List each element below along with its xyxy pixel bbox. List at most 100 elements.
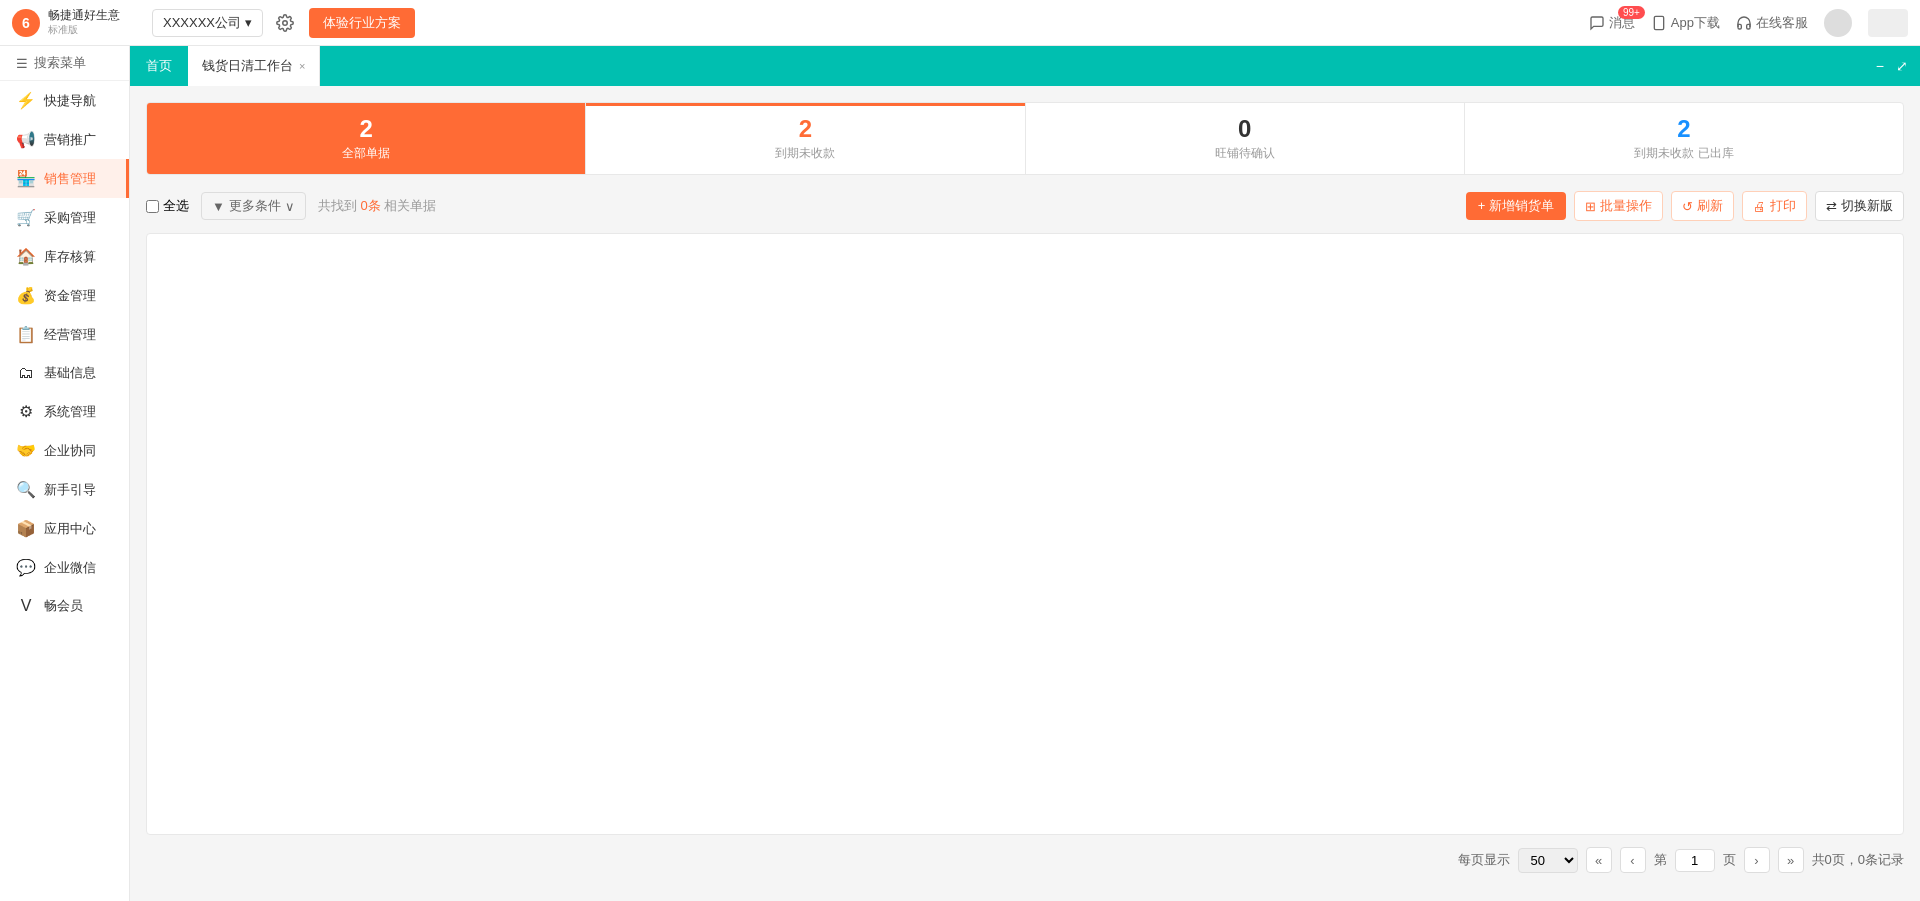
sales-icon: 🏪 — [16, 169, 36, 188]
sidebar-item-operations[interactable]: 📋 经营管理 — [0, 315, 129, 354]
stats-tab-shipped[interactable]: 2 到期未收款 已出库 — [1465, 103, 1903, 174]
quicknav-icon: ⚡ — [16, 91, 36, 110]
sidebar-item-system[interactable]: ⚙ 系统管理 — [0, 392, 129, 431]
stats-tab-wangpu[interactable]: 0 旺铺待确认 — [1026, 103, 1465, 174]
print-button[interactable]: 🖨 打印 — [1742, 191, 1807, 221]
select-all-checkbox[interactable]: 全选 — [146, 197, 189, 215]
sidebar-item-wechat-label: 企业微信 — [44, 559, 96, 577]
app-container: 6 畅捷通好生意 标准版 XXXXXX公司 ▾ 体验行业方案 消息 — [0, 0, 1920, 901]
guide-icon: 🔍 — [16, 480, 36, 499]
sidebar-item-quicknav[interactable]: ⚡ 快捷导航 — [0, 81, 129, 120]
add-sales-order-button[interactable]: + 新增销货单 — [1466, 192, 1566, 220]
refresh-button[interactable]: ↺ 刷新 — [1671, 191, 1734, 221]
basic-info-icon: 🗂 — [16, 364, 36, 382]
sidebar-item-app-center[interactable]: 📦 应用中心 — [0, 509, 129, 548]
batch-icon: ⊞ — [1585, 199, 1596, 214]
svg-point-0 — [283, 20, 288, 25]
tab-close-icon[interactable]: × — [299, 60, 305, 72]
sidebar-item-member-label: 畅会员 — [44, 597, 83, 615]
operations-icon: 📋 — [16, 325, 36, 344]
switch-label: 切换新版 — [1841, 197, 1893, 215]
filter-chevron: ∨ — [285, 199, 295, 214]
table-container — [146, 233, 1904, 835]
tab-controls: − ⤢ — [1872, 54, 1920, 78]
sidebar-item-cooperation[interactable]: 🤝 企业协同 — [0, 431, 129, 470]
tab-maximize-icon[interactable]: ⤢ — [1892, 54, 1912, 78]
top-right-area: 消息 99+ App下载 在线客服 — [1589, 9, 1908, 37]
company-selector[interactable]: XXXXXX公司 ▾ — [152, 9, 263, 37]
logo-text-area: 畅捷通好生意 标准版 — [48, 8, 120, 38]
switch-icon: ⇄ — [1826, 199, 1837, 214]
page-prefix: 第 — [1654, 851, 1667, 869]
stats-tab-shipped-num: 2 — [1481, 115, 1887, 143]
user-name-area[interactable] — [1868, 9, 1908, 37]
per-page-select[interactable]: 50 100 200 — [1518, 848, 1578, 873]
stats-tab-overdue-num: 2 — [602, 115, 1008, 143]
sidebar-item-sales[interactable]: 🏪 销售管理 — [0, 159, 129, 198]
sidebar-item-inventory-label: 库存核算 — [44, 248, 96, 266]
filter-icon: ▼ — [212, 199, 225, 214]
stats-tabs: 2 全部单据 2 到期未收款 0 旺铺待确认 2 到期未收款 已出库 — [146, 102, 1904, 175]
first-page-button[interactable]: « — [1586, 847, 1612, 873]
tab-home-label: 首页 — [146, 57, 172, 75]
stats-tab-all-num: 2 — [163, 115, 569, 143]
tab-bar: 首页 钱货日清工作台 × − ⤢ — [130, 46, 1920, 86]
sidebar-item-guide[interactable]: 🔍 新手引导 — [0, 470, 129, 509]
sidebar-item-app-center-label: 应用中心 — [44, 520, 96, 538]
sidebar-item-cooperation-label: 企业协同 — [44, 442, 96, 460]
next-page-button[interactable]: › — [1744, 847, 1770, 873]
user-avatar[interactable] — [1824, 9, 1852, 37]
sidebar-item-member[interactable]: V 畅会员 — [0, 587, 129, 625]
stats-tab-all[interactable]: 2 全部单据 — [147, 103, 586, 174]
trial-button[interactable]: 体验行业方案 — [309, 8, 415, 38]
tab-home[interactable]: 首页 — [130, 46, 188, 86]
cooperation-icon: 🤝 — [16, 441, 36, 460]
print-icon: 🖨 — [1753, 199, 1766, 214]
last-page-icon: » — [1787, 853, 1794, 868]
dropdown-icon: ▾ — [245, 15, 252, 30]
sidebar-item-wechat[interactable]: 💬 企业微信 — [0, 548, 129, 587]
sidebar-item-quicknav-label: 快捷导航 — [44, 92, 96, 110]
select-all-input[interactable] — [146, 200, 159, 213]
sidebar-item-purchase[interactable]: 🛒 采购管理 — [0, 198, 129, 237]
batch-operation-button[interactable]: ⊞ 批量操作 — [1574, 191, 1663, 221]
sidebar-item-marketing-label: 营销推广 — [44, 131, 96, 149]
stats-tab-wangpu-label: 旺铺待确认 — [1042, 145, 1448, 162]
page-suffix: 页 — [1723, 851, 1736, 869]
app-name: 畅捷通好生意 — [48, 8, 120, 24]
tab-workbench-label: 钱货日清工作台 — [202, 57, 293, 75]
app-download-button[interactable]: App下载 — [1651, 14, 1720, 32]
prev-page-button[interactable]: ‹ — [1620, 847, 1646, 873]
toolbar-right: + 新增销货单 ⊞ 批量操作 ↺ 刷新 🖨 打印 — [1466, 191, 1904, 221]
sidebar-item-finance[interactable]: 💰 资金管理 — [0, 276, 129, 315]
page-number-input[interactable] — [1675, 849, 1715, 872]
search-menu-item[interactable]: ☰ 搜索菜单 — [0, 46, 129, 81]
found-text: 共找到 0条 相关单据 — [318, 197, 436, 215]
tab-minimize-icon[interactable]: − — [1872, 54, 1888, 78]
more-filter-button[interactable]: ▼ 更多条件 ∨ — [201, 192, 306, 220]
select-all-label: 全选 — [163, 197, 189, 215]
stats-tab-overdue[interactable]: 2 到期未收款 — [586, 103, 1025, 174]
system-icon: ⚙ — [16, 402, 36, 421]
sidebar: ☰ 搜索菜单 ⚡ 快捷导航 📢 营销推广 🏪 销售管理 🛒 采购管理 🏠 库 — [0, 46, 130, 901]
purchase-icon: 🛒 — [16, 208, 36, 227]
tab-workbench[interactable]: 钱货日清工作台 × — [188, 46, 320, 86]
messages-button[interactable]: 消息 99+ — [1589, 14, 1635, 32]
sidebar-item-inventory[interactable]: 🏠 库存核算 — [0, 237, 129, 276]
online-service-button[interactable]: 在线客服 — [1736, 14, 1808, 32]
sidebar-item-basic-info-label: 基础信息 — [44, 364, 96, 382]
first-page-icon: « — [1595, 853, 1602, 868]
total-info: 共0页，0条记录 — [1812, 851, 1904, 869]
settings-icon[interactable] — [271, 9, 299, 37]
batch-label: 批量操作 — [1600, 197, 1652, 215]
switch-version-button[interactable]: ⇄ 切换新版 — [1815, 191, 1904, 221]
sidebar-item-marketing[interactable]: 📢 营销推广 — [0, 120, 129, 159]
stats-tab-all-label: 全部单据 — [163, 145, 569, 162]
sidebar-item-purchase-label: 采购管理 — [44, 209, 96, 227]
sidebar-item-basic-info[interactable]: 🗂 基础信息 — [0, 354, 129, 392]
last-page-button[interactable]: » — [1778, 847, 1804, 873]
next-page-icon: › — [1754, 853, 1758, 868]
finance-icon: 💰 — [16, 286, 36, 305]
workbench-panel: 2 全部单据 2 到期未收款 0 旺铺待确认 2 到期未收款 已出库 — [130, 86, 1920, 901]
company-name: XXXXXX公司 — [163, 14, 241, 32]
